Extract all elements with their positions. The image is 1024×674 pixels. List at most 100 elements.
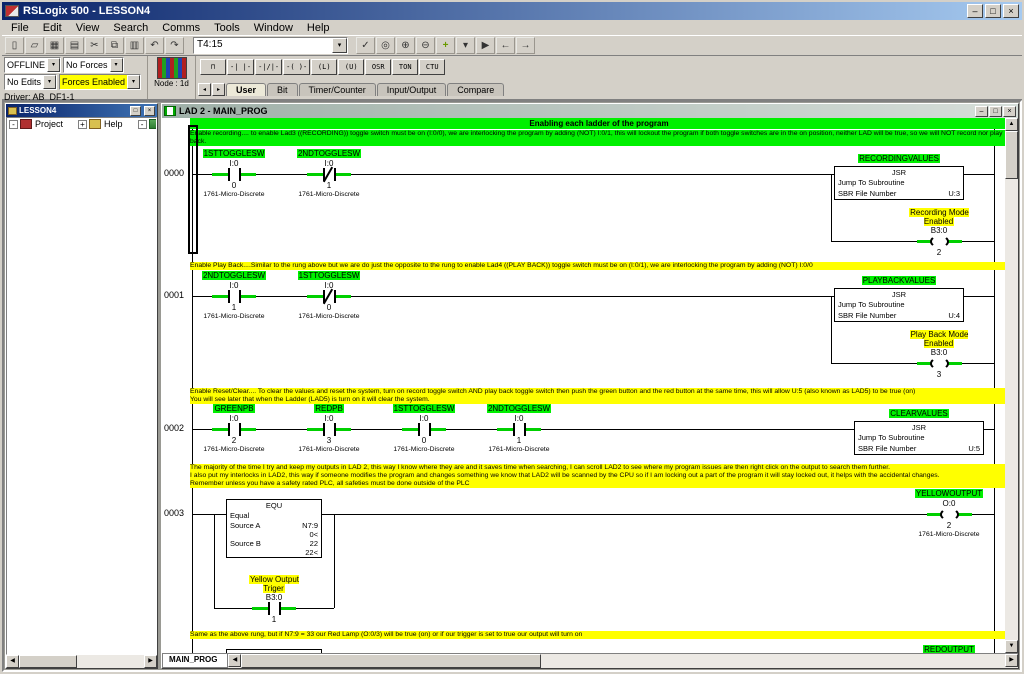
copy-icon[interactable]: ⧉ [105, 37, 124, 54]
rung-number-0000[interactable]: 0000 [164, 168, 184, 178]
tree-close-button[interactable]: × [144, 106, 155, 116]
rung-comment-0[interactable]: Enable recording.... to enable Lad3 ((RE… [190, 130, 1005, 146]
paste-icon[interactable]: ▥ [125, 37, 144, 54]
mode-select[interactable]: OFFLINE▾ [4, 57, 61, 73]
jsr-playback-instruction[interactable]: JSR Jump To Subroutine SBR File NumberU:… [834, 288, 964, 322]
ladder-vertical-scrollbar[interactable]: ▲ ▼ [1005, 118, 1018, 653]
contact-nc-icon[interactable]: -|/|- [255, 59, 282, 75]
scroll-right-icon[interactable]: ▶ [1005, 654, 1018, 667]
counter-icon[interactable]: CTU [419, 59, 445, 75]
new-file-icon[interactable]: ▯ [5, 37, 24, 54]
tabs-scroll-left-icon[interactable]: ◂ [198, 83, 211, 96]
ladder-hscroll-thumb[interactable] [241, 654, 541, 668]
contact-greenpb[interactable]: GREENPB I:0 2 1761-Micro-Discrete [186, 404, 282, 454]
run-icon[interactable]: ▶ [476, 37, 495, 54]
coil-playback-mode[interactable]: Play Back Mode Enabled B3:0 3 [891, 330, 987, 379]
new-rung-icon[interactable]: + [436, 37, 455, 54]
contact-2ndtogglesw[interactable]: 2NDTOGGLESW I:0 1 1761-Micro-Discrete [471, 404, 567, 454]
contact-no-icon[interactable]: -| |- [227, 59, 254, 75]
print-icon[interactable]: ▤ [65, 37, 84, 54]
tree-maximize-button[interactable]: □ [130, 106, 141, 116]
tab-main-prog[interactable]: MAIN_PROG [162, 654, 228, 668]
edits-select[interactable]: No Edits▾ [4, 74, 57, 90]
rung-comment-1[interactable]: Enable Play Back....Similar to the rung … [190, 262, 1005, 270]
open-file-icon[interactable]: ▱ [25, 37, 44, 54]
contact-1sttogglesw[interactable]: 1STTOGGLESW I:0 0 1761-Micro-Discrete [376, 404, 472, 454]
dropdown-arrow-icon[interactable]: ▾ [110, 58, 123, 72]
ladder-maximize-button[interactable]: □ [989, 106, 1002, 117]
scroll-left-icon[interactable]: ◀ [6, 655, 19, 668]
scroll-down-icon[interactable]: ▼ [1005, 640, 1018, 653]
contact-2ndtogglesw-nc[interactable]: 2NDTOGGLESW I:0 1 1761-Micro-Discrete [281, 149, 377, 199]
tree-horizontal-scrollbar[interactable]: ◀ ▶ [6, 655, 157, 668]
find-icon[interactable]: ◎ [376, 37, 395, 54]
menu-item[interactable]: Help [300, 21, 337, 35]
rung-dropdown-icon[interactable]: ▾ [456, 37, 475, 54]
minimize-button[interactable]: – [967, 4, 983, 18]
contact-redpb[interactable]: REDPB I:0 3 1761-Micro-Discrete [281, 404, 377, 454]
cut-icon[interactable]: ✂ [85, 37, 104, 54]
ladder-minimize-button[interactable]: – [975, 106, 988, 117]
contact-2ndtogglesw[interactable]: 2NDTOGGLESW I:0 1 1761-Micro-Discrete [186, 271, 282, 321]
rung-number-0003[interactable]: 0003 [164, 508, 184, 518]
osr-icon[interactable]: OSR [365, 59, 391, 75]
menu-item[interactable]: Search [106, 21, 155, 35]
menu-item[interactable]: Window [247, 21, 300, 35]
coil-redoutput-tag[interactable]: REDOUTPUT [901, 645, 997, 653]
rung-comment-4[interactable]: Same as the above rung, but if N7:9 = 33… [190, 631, 1005, 639]
menu-item[interactable]: Edit [36, 21, 69, 35]
jsr-recording-instruction[interactable]: JSR Jump To Subroutine SBR File NumberU:… [834, 166, 964, 200]
menu-item[interactable]: File [4, 21, 36, 35]
contact-yellow-output-trigger[interactable]: Yellow Output Triger B3:0 1 [226, 575, 322, 624]
save-icon[interactable]: ▦ [45, 37, 64, 54]
forces-enabled-select[interactable]: Forces Enabled▾ [59, 74, 141, 90]
coil-unlatch-icon[interactable]: (U) [338, 59, 364, 75]
tree-hscroll-thumb[interactable] [19, 655, 77, 668]
timer-icon[interactable]: TON [392, 59, 418, 75]
zoom-out-icon[interactable]: ⊖ [416, 37, 435, 54]
contact-1sttogglesw-nc[interactable]: 1STTOGGLESW I:0 0 1761-Micro-Discrete [281, 271, 377, 321]
scroll-up-icon[interactable]: ▲ [1005, 118, 1018, 131]
contact-1sttogglesw[interactable]: 1STTOGGLESW I:0 0 1761-Micro-Discrete [186, 149, 282, 199]
zoom-in-icon[interactable]: ⊕ [396, 37, 415, 54]
coil-recording-mode[interactable]: Recording Mode Enabled B3:0 2 [891, 208, 987, 257]
menu-item[interactable]: Comms [155, 21, 207, 35]
scroll-right-icon[interactable]: ▶ [144, 655, 157, 668]
rung-comment-3[interactable]: The majority of the time I try and keep … [190, 464, 1005, 488]
rung-comment-2[interactable]: Enable Reset/Clear.... To clear the valu… [190, 388, 1005, 404]
tab-user[interactable]: User [226, 83, 266, 96]
ladder-canvas[interactable]: Enabling each ladder of the program Enab… [162, 118, 1005, 653]
nav-forward-icon[interactable]: → [516, 37, 535, 54]
rung-number-0002[interactable]: 0002 [164, 423, 184, 433]
coil-icon[interactable]: -( )- [283, 59, 310, 75]
scroll-left-icon[interactable]: ◀ [228, 654, 241, 667]
undo-icon[interactable]: ↶ [145, 37, 164, 54]
ladder-close-button[interactable]: × [1003, 106, 1016, 117]
coil-latch-icon[interactable]: (L) [311, 59, 337, 75]
menu-item[interactable]: View [69, 21, 107, 35]
branch-icon[interactable]: ⊓ [200, 59, 226, 75]
tab-bit[interactable]: Bit [267, 83, 298, 96]
equ-instruction[interactable]: EQU Equal Source AN7:9 0< Source B22 22< [226, 499, 322, 558]
dropdown-arrow-icon[interactable]: ▾ [47, 58, 60, 72]
dropdown-arrow-icon[interactable]: ▾ [127, 75, 140, 89]
tab-compare[interactable]: Compare [447, 83, 504, 96]
equ-instruction-partial[interactable]: EQU [226, 649, 322, 653]
dropdown-arrow-icon[interactable]: ▾ [43, 75, 56, 89]
redo-icon[interactable]: ↷ [165, 37, 184, 54]
maximize-button[interactable]: □ [985, 4, 1001, 18]
jsr-clear-instruction[interactable]: JSR Jump To Subroutine SBR File NumberU:… [854, 421, 984, 455]
nav-back-icon[interactable]: ← [496, 37, 515, 54]
close-button[interactable]: × [1003, 4, 1019, 18]
verify-icon[interactable]: ✓ [356, 37, 375, 54]
tabs-scroll-right-icon[interactable]: ▸ [212, 83, 225, 96]
address-combo[interactable]: T4:15 ▾ [193, 37, 348, 54]
forces-select[interactable]: No Forces▾ [63, 57, 124, 73]
coil-yellowoutput[interactable]: YELLOWOUTPUT O:0 2 1761-Micro-Discrete [901, 489, 997, 539]
rung-number-0001[interactable]: 0001 [164, 290, 184, 300]
tab-input-output[interactable]: Input/Output [377, 83, 447, 96]
menu-item[interactable]: Tools [207, 21, 247, 35]
ladder-scroll-thumb[interactable] [1005, 131, 1018, 179]
tab-timer-counter[interactable]: Timer/Counter [299, 83, 376, 96]
combo-dropdown-icon[interactable]: ▾ [332, 38, 347, 53]
